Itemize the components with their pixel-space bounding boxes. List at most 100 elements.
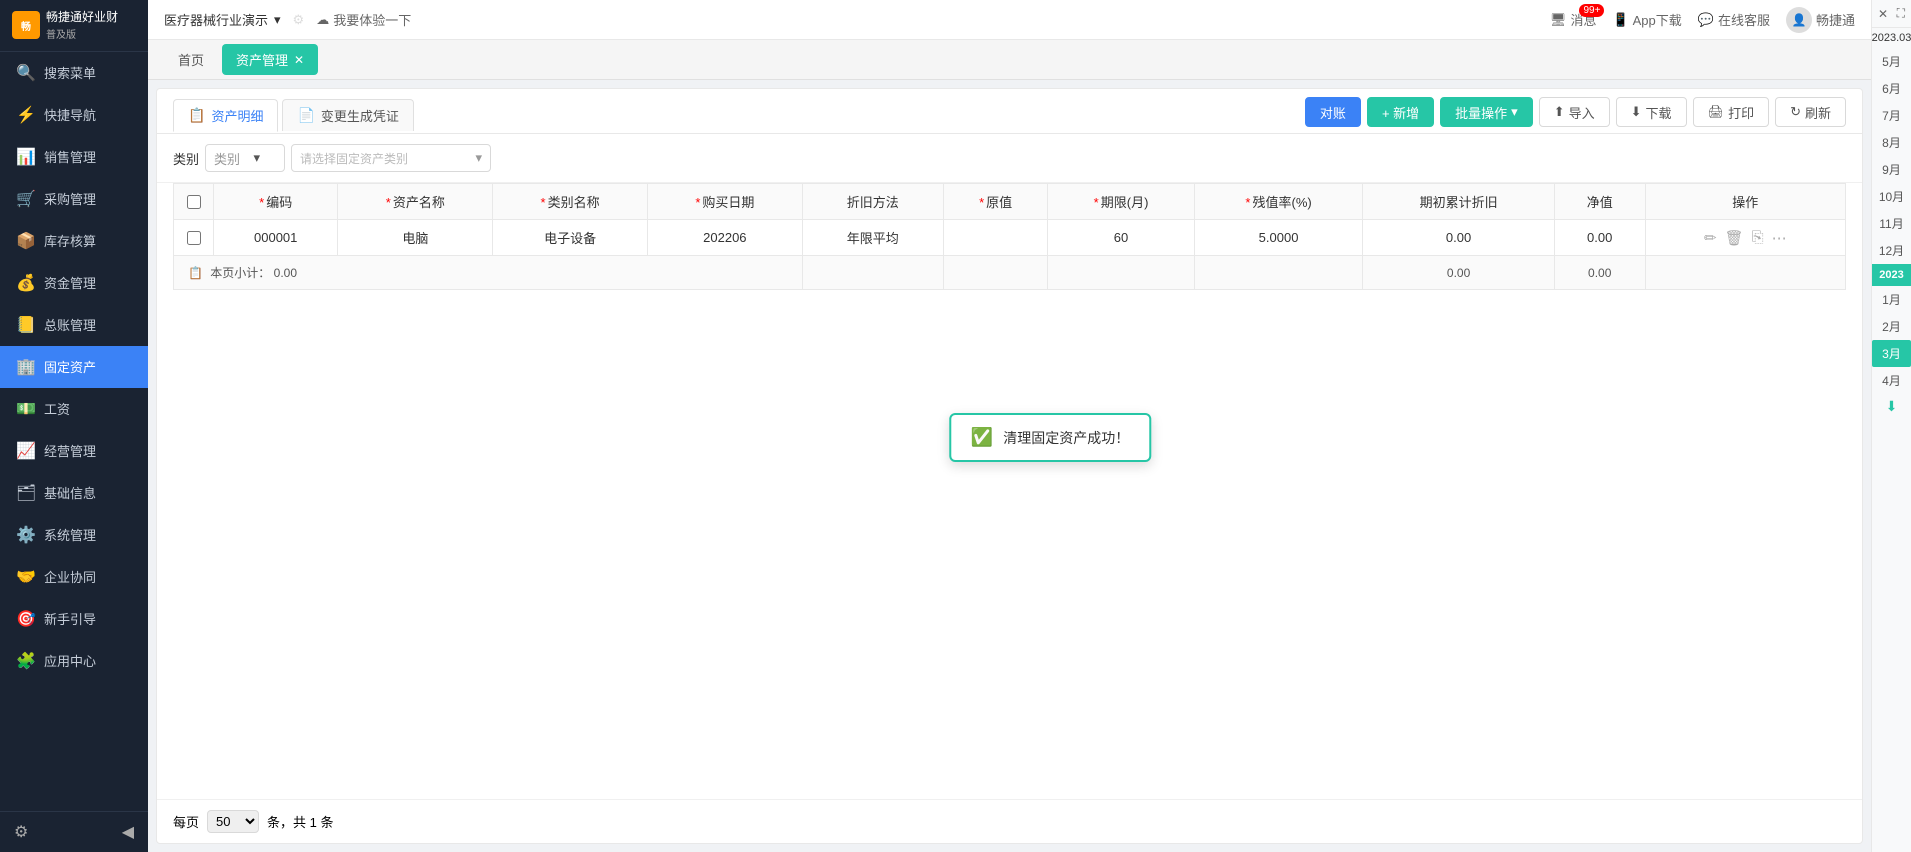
th-initial-dep: 期初累计折旧 <box>1363 184 1554 220</box>
sidebar-item-appcenter[interactable]: 🧩 应用中心 <box>0 640 148 682</box>
sidebar-item-guide[interactable]: 🎯 新手引导 <box>0 598 148 640</box>
settings-icon[interactable]: ⚙ <box>14 822 28 842</box>
company-selector[interactable]: 医疗器械行业演示 ▾ <box>164 10 281 29</box>
inventory-icon: 📦 <box>16 231 36 251</box>
month-11[interactable]: 11月 <box>1872 210 1911 237</box>
panel-close-icon[interactable]: ✕ <box>1878 7 1888 21</box>
sidebar-item-ledger[interactable]: 📒 总账管理 <box>0 304 148 346</box>
sidebar-item-payroll[interactable]: 💵 工资 <box>0 388 148 430</box>
capital-icon: 💰 <box>16 273 36 293</box>
subtab-voucher-gen[interactable]: 📄 变更生成凭证 <box>282 99 413 131</box>
select-all-checkbox[interactable] <box>187 195 201 209</box>
table-wrap: *编码 *资产名称 *类别名称 *购买日期 折旧方法 *原值 *期限(月) *残… <box>157 183 1862 799</box>
right-panel: ✕ ⛶ 2023.03 5月 6月 7月 8月 9月 10月 11月 12月 2… <box>1871 0 1911 852</box>
sidebar-item-label: 总账管理 <box>44 315 96 334</box>
month-4[interactable]: 4月 <box>1872 367 1911 394</box>
app-download-button[interactable]: 📱 App下载 <box>1612 10 1681 29</box>
operations-icon: 📈 <box>16 441 36 461</box>
sidebar-item-label: 搜索菜单 <box>44 63 96 82</box>
sidebar-item-quicknav[interactable]: ⚡ 快捷导航 <box>0 94 148 136</box>
filter-bar: 类别 类别 ▾ 请选择固定资产类别 ▾ <box>157 134 1862 183</box>
collapse-icon[interactable]: ◀ <box>122 822 134 842</box>
month-1[interactable]: 1月 <box>1872 286 1911 313</box>
new-button[interactable]: + 新增 <box>1367 97 1434 127</box>
panel-expand-icon[interactable]: ⛶ <box>1897 6 1905 21</box>
month-9[interactable]: 9月 <box>1872 156 1911 183</box>
refresh-label: 刷新 <box>1805 103 1831 122</box>
month-5[interactable]: 5月 <box>1872 48 1911 75</box>
online-service-label: 在线客服 <box>1718 10 1770 29</box>
sysadmin-icon: ⚙️ <box>16 525 36 545</box>
sidebar-item-search[interactable]: 🔍 搜索菜单 <box>0 52 148 94</box>
th-residual-rate: *残值率(%) <box>1194 184 1363 220</box>
category-text-filter[interactable]: 请选择固定资产类别 ▾ <box>291 144 491 172</box>
success-toast: ✅ 清理固定资产成功！ <box>949 413 1151 462</box>
more-icon[interactable]: ⋯ <box>1772 229 1787 247</box>
edit-icon[interactable]: ✏ <box>1704 229 1717 247</box>
per-page-select[interactable]: 50 100 200 <box>207 810 259 833</box>
company-name: 医疗器械行业演示 <box>164 10 268 29</box>
import-button[interactable]: ⬆ 导入 <box>1539 97 1610 127</box>
online-service-button[interactable]: 💬 在线客服 <box>1698 10 1770 29</box>
sidebar-item-sysadmin[interactable]: ⚙️ 系统管理 <box>0 514 148 556</box>
sidebar-item-basicinfo[interactable]: 🗂 基础信息 <box>0 472 148 514</box>
right-panel-header: ✕ ⛶ <box>1872 0 1911 28</box>
batch-ops-button[interactable]: 批量操作 ▾ <box>1440 97 1533 127</box>
sidebar-item-inventory[interactable]: 📦 库存核算 <box>0 220 148 262</box>
sidebar-item-fixedasset[interactable]: 🏢 固定资产 <box>0 346 148 388</box>
download-button[interactable]: ⬇ 下载 <box>1616 97 1687 127</box>
toolbar-buttons-right: 对账 + 新增 批量操作 ▾ ⬆ 导入 ⬇ 下载 🖨 打印 <box>1305 97 1846 133</box>
notifications-icon: 🖥 <box>1550 12 1567 28</box>
topbar-right: 🖥 消息 99+ 📱 App下载 💬 在线客服 👤 畅捷通 <box>1550 7 1855 33</box>
sidebar-item-operations[interactable]: 📈 经营管理 <box>0 430 148 472</box>
month-6[interactable]: 6月 <box>1872 75 1911 102</box>
user-menu[interactable]: 👤 畅捷通 <box>1786 7 1855 33</box>
copy-icon[interactable]: ⎘ <box>1752 229 1764 247</box>
delete-icon[interactable]: 🗑 <box>1725 229 1744 247</box>
subtotal-empty-actions <box>1645 256 1845 290</box>
row-name: 电脑 <box>338 220 493 256</box>
content-area: 📋 资产明细 📄 变更生成凭证 对账 + 新增 批量操作 ▾ ⬆ 导入 <box>156 88 1863 844</box>
notifications-button[interactable]: 🖥 消息 99+ <box>1550 10 1597 29</box>
month-10[interactable]: 10月 <box>1872 183 1911 210</box>
tab-asset-mgmt[interactable]: 资产管理 ✕ <box>222 44 318 75</box>
app-download-icon: 📱 <box>1612 12 1628 28</box>
table-row: 000001 电脑 电子设备 202206 年限平均 60 5.0000 0.0… <box>174 220 1846 256</box>
current-period-label: 2023.03 <box>1872 28 1911 48</box>
year-2023-badge[interactable]: 2023 <box>1872 264 1911 286</box>
username: 畅捷通 <box>1816 10 1855 29</box>
reconcile-button[interactable]: 对账 <box>1305 97 1361 127</box>
tab-home-label: 首页 <box>178 50 204 69</box>
sidebar-item-label: 企业协同 <box>44 567 96 586</box>
sidebar-item-sales[interactable]: 📊 销售管理 <box>0 136 148 178</box>
category-select[interactable]: 类别 ▾ <box>205 144 285 172</box>
topbar-divider: ⚙ <box>293 12 305 28</box>
online-service-icon: 💬 <box>1698 12 1714 28</box>
subtotal-initial-dep: 0.00 <box>1363 256 1554 290</box>
experience-button[interactable]: ☁ 我要体验一下 <box>316 10 411 29</box>
batch-ops-chevron-icon: ▾ <box>1511 104 1518 120</box>
month-3-active[interactable]: 3月 <box>1872 340 1911 367</box>
total-count: 条，共 1 条 <box>267 812 333 831</box>
sidebar-item-capital[interactable]: 💰 资金管理 <box>0 262 148 304</box>
row-select-checkbox[interactable] <box>187 231 201 245</box>
tab-close-icon[interactable]: ✕ <box>294 53 304 67</box>
notifications-badge: 99+ <box>1579 4 1604 17</box>
month-2[interactable]: 2月 <box>1872 313 1911 340</box>
print-button[interactable]: 🖨 打印 <box>1693 97 1770 127</box>
month-8[interactable]: 8月 <box>1872 129 1911 156</box>
row-period: 60 <box>1048 220 1194 256</box>
refresh-button[interactable]: ↻ 刷新 <box>1775 97 1846 127</box>
refresh-icon: ↻ <box>1790 104 1801 120</box>
scroll-down-arrow[interactable]: ⬇ <box>1886 398 1898 415</box>
sidebar-item-enterprise[interactable]: 🤝 企业协同 <box>0 556 148 598</box>
row-actions: ✏ 🗑 ⎘ ⋯ <box>1645 220 1845 256</box>
th-category: *类别名称 <box>493 184 648 220</box>
month-12[interactable]: 12月 <box>1872 237 1911 264</box>
sidebar-item-purchase[interactable]: 🛒 采购管理 <box>0 178 148 220</box>
print-icon: 🖨 <box>1708 104 1725 120</box>
tab-home[interactable]: 首页 <box>164 44 218 75</box>
month-7[interactable]: 7月 <box>1872 102 1911 129</box>
toast-check-icon: ✅ <box>971 427 993 448</box>
subtab-asset-list[interactable]: 📋 资产明细 <box>173 99 278 132</box>
